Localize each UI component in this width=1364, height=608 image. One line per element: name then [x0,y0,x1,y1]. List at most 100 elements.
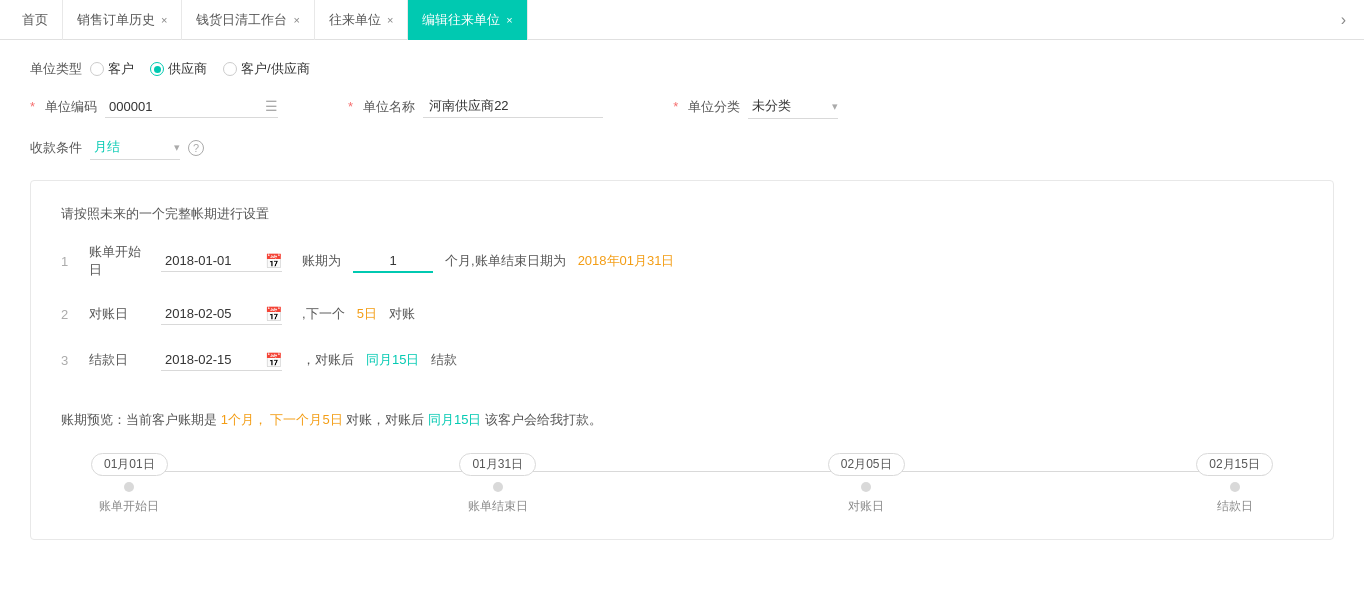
preview-part1: 1个月， [221,412,267,427]
tab-partner-unit-close[interactable]: × [387,14,393,26]
payment-terms-label: 收款条件 [30,139,82,157]
radio-customer-supplier-circle [223,62,237,76]
tab-overflow-chevron[interactable]: › [1331,11,1356,29]
preview-part2: 下一个月5日 [270,412,342,427]
row-3-date[interactable] [161,349,261,370]
row-2-label: 对账日 [89,305,149,323]
tab-cash-work-label: 钱货日清工作台 [196,11,287,29]
unit-code-lookup-icon[interactable]: ☰ [265,98,278,114]
timeline-point-2: 01月31日 账单结束日 [459,453,536,515]
row-2-suffix: 对账 [389,305,415,323]
tab-cash-work-close[interactable]: × [293,14,299,26]
tl-dot-3 [861,482,871,492]
timeline-point-4: 02月15日 结款日 [1196,453,1273,515]
tab-sales-history-label: 销售订单历史 [77,11,155,29]
unit-code-input-wrapper: ☰ [105,96,278,118]
unit-category-select[interactable]: 未分类 ▾ [748,94,838,119]
tl-dot-1 [124,482,134,492]
setting-row-1: 1 账单开始日 📅 账期为 个月,账单结束日期为 2018年01月31日 [61,243,1303,279]
unit-name-group: * 单位名称 [348,96,603,118]
tab-edit-partner[interactable]: 编辑往来单位 × [408,0,527,40]
payment-terms-select[interactable]: 月结 ▾ [90,135,180,160]
timeline-point-3: 02月05日 对账日 [828,453,905,515]
unit-category-group: * 单位分类 未分类 ▾ [673,94,838,119]
tab-sales-history-close[interactable]: × [161,14,167,26]
row-3-calendar-icon[interactable]: 📅 [265,352,282,368]
radio-customer-supplier-label: 客户/供应商 [241,60,310,78]
tab-cash-work[interactable]: 钱货日清工作台 × [182,0,314,40]
tab-sales-history[interactable]: 销售订单历史 × [63,0,182,40]
row-1-calendar-icon[interactable]: 📅 [265,253,282,269]
unit-info-row: * 单位编码 ☰ * 单位名称 * 单位分类 未分类 ▾ [30,94,1334,119]
tl-label-4: 结款日 [1217,498,1253,515]
settings-card: 请按照未来的一个完整帐期进行设置 1 账单开始日 📅 账期为 个月,账单结束日期… [30,180,1334,540]
tl-date-3: 02月05日 [828,453,905,476]
tab-home[interactable]: 首页 [8,0,63,40]
row-3-prefix: ，对账后 [302,351,354,369]
preview-section: 账期预览：当前客户账期是 1个月， 下一个月5日 对账，对账后 同月15日 该客… [61,395,1303,515]
unit-category-label: 单位分类 [688,98,740,116]
tl-label-2: 账单结束日 [468,498,528,515]
unit-code-required: * [30,99,35,114]
row-2-prefix: ,下一个 [302,305,345,323]
period-input[interactable] [353,250,433,273]
tl-dot-4 [1230,482,1240,492]
card-title: 请按照未来的一个完整帐期进行设置 [61,205,1303,223]
setting-row-2: 2 对账日 📅 ,下一个 5日 对账 [61,303,1303,325]
tab-partner-unit[interactable]: 往来单位 × [315,0,408,40]
row-3-num: 3 [61,353,77,368]
preview-text: 账期预览：当前客户账期是 1个月， 下一个月5日 对账，对账后 同月15日 该客… [61,411,1303,429]
payment-terms-chevron[interactable]: ▾ [174,141,180,154]
tl-label-1: 账单开始日 [99,498,159,515]
main-content: 单位类型 客户 供应商 客户/供应商 * 单位编码 [0,40,1364,608]
unit-category-required: * [673,99,678,114]
unit-name-label: 单位名称 [363,98,415,116]
row-3-label: 结款日 [89,351,149,369]
row-2-date[interactable] [161,303,261,324]
radio-customer[interactable]: 客户 [90,60,134,78]
row-3-date-input: 📅 [161,349,282,371]
radio-supplier[interactable]: 供应商 [150,60,207,78]
timeline-point-1: 01月01日 账单开始日 [91,453,168,515]
row-2-date-input: 📅 [161,303,282,325]
row-1-end-date: 2018年01月31日 [578,252,675,270]
unit-code-group: * 单位编码 ☰ [30,96,278,118]
tabs-bar: 首页 销售订单历史 × 钱货日清工作台 × 往来单位 × 编辑往来单位 × › [0,0,1364,40]
row-1-date[interactable] [161,250,261,271]
unit-name-required: * [348,99,353,114]
radio-customer-circle [90,62,104,76]
tab-edit-partner-label: 编辑往来单位 [422,11,500,29]
tl-date-4: 02月15日 [1196,453,1273,476]
unit-code-input[interactable] [105,96,265,117]
tab-edit-partner-close[interactable]: × [506,14,512,26]
unit-type-radio-group: 客户 供应商 客户/供应商 [90,60,310,78]
setting-row-3: 3 结款日 📅 ，对账后 同月15日 结款 [61,349,1303,371]
tl-label-3: 对账日 [848,498,884,515]
unit-name-input[interactable] [423,96,603,118]
tab-partner-unit-label: 往来单位 [329,11,381,29]
tl-date-1: 01月01日 [91,453,168,476]
unit-type-label: 单位类型 [30,60,82,78]
row-2-calendar-icon[interactable]: 📅 [265,306,282,322]
payment-terms-help-icon[interactable]: ? [188,140,204,156]
row-1-date-input: 📅 [161,250,282,272]
preview-part3: 对账，对账后 [346,412,424,427]
row-3-highlight: 同月15日 [366,351,419,369]
row-1-label: 账单开始日 [89,243,149,279]
unit-category-chevron[interactable]: ▾ [832,100,838,113]
row-1-suffix-after: 个月,账单结束日期为 [445,252,566,270]
radio-customer-supplier[interactable]: 客户/供应商 [223,60,310,78]
row-2-num: 2 [61,307,77,322]
radio-supplier-circle [150,62,164,76]
row-1-num: 1 [61,254,77,269]
preview-part5: 该客户会给我打款。 [485,412,602,427]
timeline-points: 01月01日 账单开始日 01月31日 账单结束日 02月05日 对账日 [91,453,1273,515]
tab-home-label: 首页 [22,11,48,29]
payment-terms-group: 收款条件 月结 ▾ ? [30,135,204,160]
payment-terms-value: 月结 [90,135,170,159]
row-3-suffix: 结款 [431,351,457,369]
row-2-highlight: 5日 [357,305,377,323]
tl-dot-2 [493,482,503,492]
unit-type-row: 单位类型 客户 供应商 客户/供应商 [30,60,1334,78]
radio-customer-label: 客户 [108,60,134,78]
